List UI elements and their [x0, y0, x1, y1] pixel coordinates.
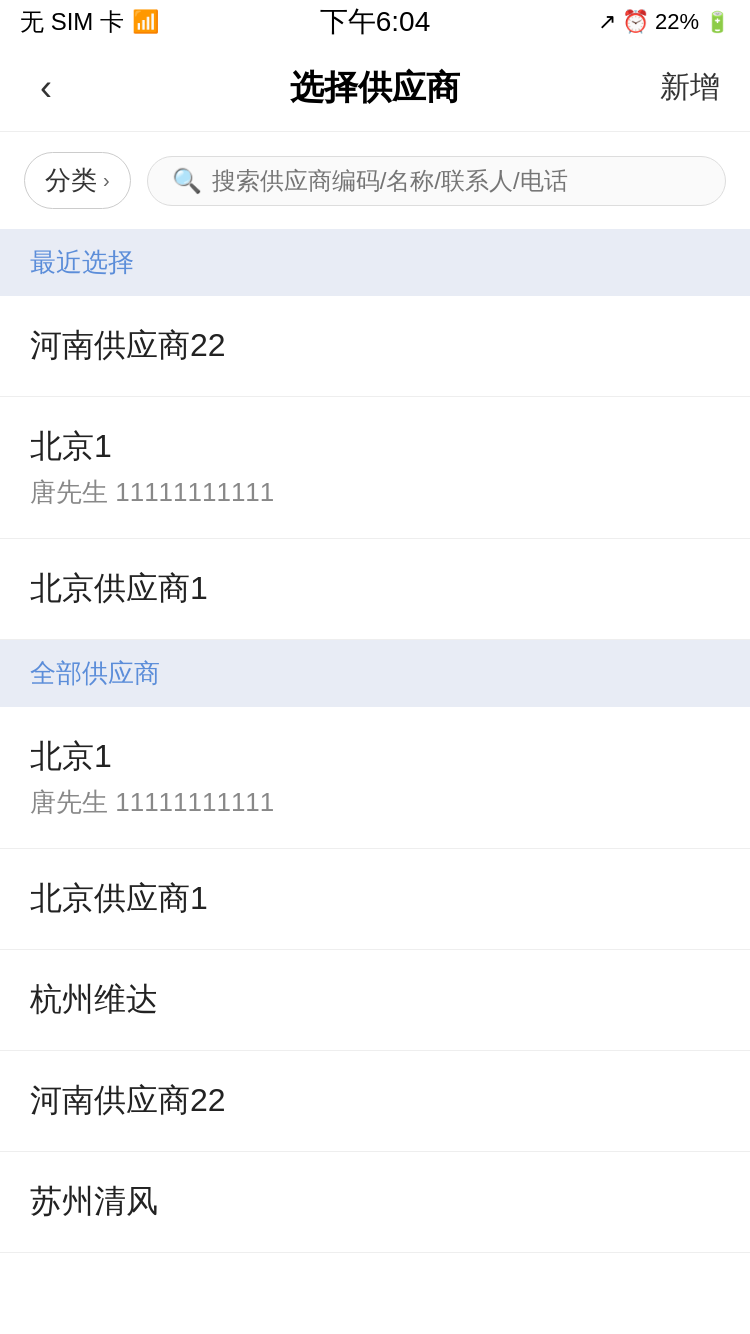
battery-text: 22% [655, 9, 699, 35]
category-label: 分类 [45, 163, 97, 198]
carrier-text: 无 SIM 卡 [20, 6, 124, 38]
location-icon: ↗ [598, 9, 616, 35]
item-name: 苏州清风 [30, 1180, 720, 1224]
status-left: 无 SIM 卡 📶 [20, 6, 159, 38]
category-button[interactable]: 分类 › [24, 152, 131, 209]
list-item[interactable]: 河南供应商22 [0, 296, 750, 397]
all-section-header: 全部供应商 [0, 640, 750, 707]
recent-items-list: 河南供应商22 北京1 唐先生 11111111111 北京供应商1 [0, 296, 750, 640]
category-arrow-icon: › [103, 169, 110, 192]
item-name: 北京1 [30, 425, 720, 469]
recent-section-label: 最近选择 [30, 247, 134, 277]
status-time: 下午6:04 [320, 3, 431, 41]
list-item[interactable]: 苏州清风 [0, 1152, 750, 1253]
list-item[interactable]: 北京供应商1 [0, 849, 750, 950]
item-name: 杭州维达 [30, 978, 720, 1022]
search-box[interactable]: 🔍 [147, 156, 726, 206]
status-right: ↗ ⏰ 22% 🔋 [598, 9, 730, 35]
item-name: 河南供应商22 [30, 1079, 720, 1123]
all-items-list: 北京1 唐先生 11111111111 北京供应商1 杭州维达河南供应商22 苏州清风 [0, 707, 750, 1253]
wifi-icon: 📶 [132, 9, 159, 35]
filter-bar: 分类 › 🔍 [0, 132, 750, 229]
search-input[interactable] [212, 167, 701, 195]
alarm-icon: ⏰ [622, 9, 649, 35]
status-bar: 无 SIM 卡 📶 下午6:04 ↗ ⏰ 22% 🔋 [0, 0, 750, 44]
nav-bar: ‹ 选择供应商 新增 [0, 44, 750, 132]
battery-icon: 🔋 [705, 10, 730, 34]
page-title: 选择供应商 [290, 65, 460, 111]
item-name: 河南供应商22 [30, 324, 720, 368]
recent-section-header: 最近选择 [0, 229, 750, 296]
item-sub: 唐先生 11111111111 [30, 785, 720, 820]
item-name: 北京1 [30, 735, 720, 779]
back-button[interactable]: ‹ [30, 57, 62, 119]
list-item[interactable]: 北京1 唐先生 11111111111 [0, 397, 750, 539]
list-item[interactable]: 北京1 唐先生 11111111111 [0, 707, 750, 849]
search-icon: 🔍 [172, 167, 202, 195]
add-button[interactable]: 新增 [660, 67, 720, 108]
all-section-label: 全部供应商 [30, 658, 160, 688]
list-item[interactable]: 河南供应商22 [0, 1051, 750, 1152]
list-item[interactable]: 北京供应商1 [0, 539, 750, 640]
item-name: 北京供应商1 [30, 567, 720, 611]
item-name: 北京供应商1 [30, 877, 720, 921]
list-item[interactable]: 杭州维达 [0, 950, 750, 1051]
item-sub: 唐先生 11111111111 [30, 475, 720, 510]
